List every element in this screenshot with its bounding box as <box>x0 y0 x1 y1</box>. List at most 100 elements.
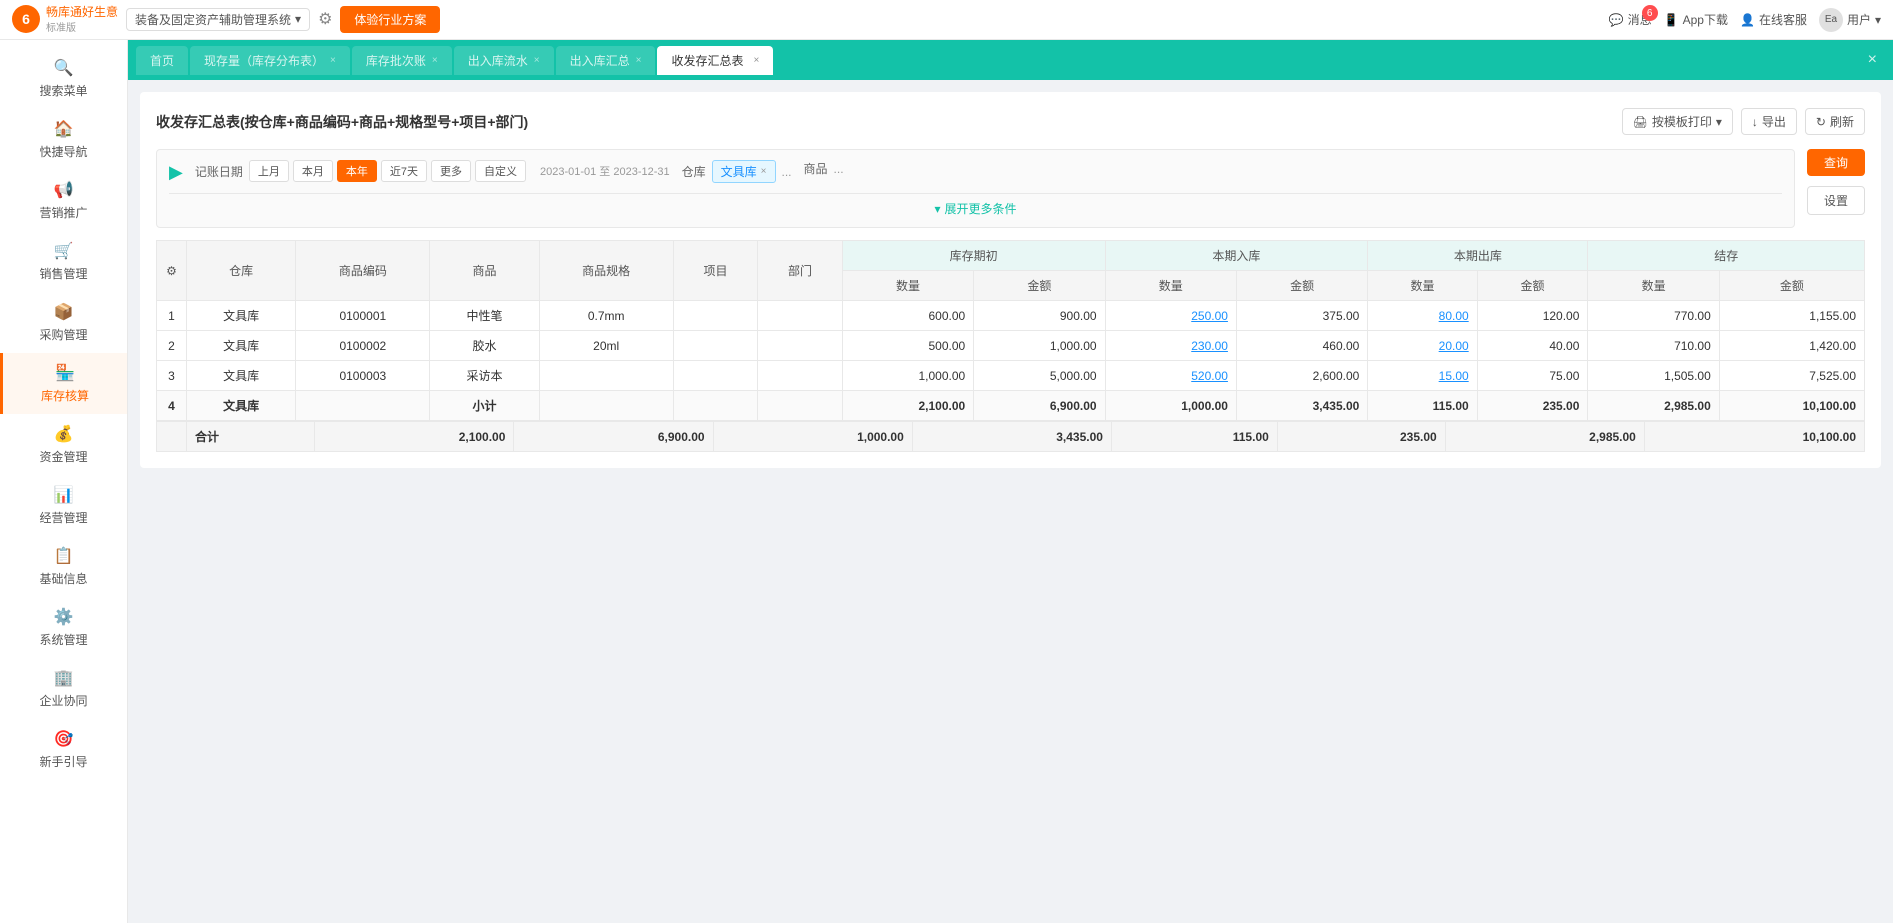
table-row-in-qty[interactable]: 250.00 <box>1105 301 1236 331</box>
online-service-action[interactable]: 👤 在线客服 <box>1740 11 1807 28</box>
tab-inout-summary[interactable]: 出入库汇总 × <box>556 46 656 75</box>
th-balance-qty: 数量 <box>1588 271 1719 301</box>
date-range: 2023-01-01 至 2023-12-31 <box>540 163 670 179</box>
tab-close-inventory-dist[interactable]: × <box>330 55 336 66</box>
table-row-out-qty[interactable]: 80.00 <box>1368 301 1477 331</box>
sidebar-item-system[interactable]: ⚙️ 系统管理 <box>0 597 127 658</box>
tab-close-receive-summary[interactable]: × <box>753 55 759 66</box>
tab-close-inout-summary[interactable]: × <box>636 55 642 66</box>
sidebar-item-newbie[interactable]: 🎯 新手引导 <box>0 719 127 780</box>
table-row-opening-qty: 2,100.00 <box>842 391 973 421</box>
app-download-action[interactable]: 📱 App下载 <box>1664 11 1728 28</box>
warehouse-tag[interactable]: 文具库 × <box>712 160 776 183</box>
sidebar-item-basic[interactable]: 📋 基础信息 <box>0 536 127 597</box>
tab-inventory-dist[interactable]: 现存量（库存分布表） × <box>190 46 350 75</box>
table-row-no: 1 <box>157 301 187 331</box>
table-row-warehouse: 文具库 <box>187 301 296 331</box>
goods-more[interactable]: ... <box>834 162 844 176</box>
goods-filter: 商品 ... <box>804 160 844 177</box>
sidebar-item-finance[interactable]: 💰 资金管理 <box>0 414 127 475</box>
date-filter: 记账日期 上月 本月 本年 近7天 更多 自定义 <box>195 160 670 182</box>
table-settings-icon[interactable]: ⚙ <box>166 264 177 278</box>
table-row-opening-amt: 5,000.00 <box>974 361 1105 391</box>
tab-close-batch-ledger[interactable]: × <box>432 55 438 66</box>
date-btn-more[interactable]: 更多 <box>431 160 471 182</box>
sidebar-item-quick[interactable]: 🏠 快捷导航 <box>0 109 127 170</box>
th-opening-group: 库存期初 <box>842 241 1105 271</box>
table-row-in-qty[interactable]: 520.00 <box>1105 361 1236 391</box>
filter-area: ▶ 记账日期 上月 本月 本年 近7天 更多 <box>156 149 1795 228</box>
expand-conditions[interactable]: ▾ 展开更多条件 <box>169 193 1782 217</box>
footer-balance-qty: 2,985.00 <box>1445 422 1644 452</box>
table-settings-col[interactable]: ⚙ <box>157 241 187 301</box>
message-badge: 6 <box>1642 5 1658 21</box>
sidebar-item-operations[interactable]: 📊 经营管理 <box>0 475 127 536</box>
settings-icon[interactable]: ⚙ <box>318 9 332 29</box>
table-row-goods-name: 胶水 <box>430 331 539 361</box>
th-warehouse: 仓库 <box>187 241 296 301</box>
warehouse-tag-close[interactable]: × <box>761 166 767 177</box>
message-action[interactable]: 💬 消息 6 <box>1609 11 1652 28</box>
table-row-goods-spec: 20ml <box>539 331 673 361</box>
service-icon: 👤 <box>1740 13 1755 27</box>
sidebar-item-sales[interactable]: 🛒 销售管理 <box>0 231 127 292</box>
sidebar: 🔍 搜索菜单 🏠 快捷导航 📢 营销推广 🛒 销售管理 📦 采购管理 🏪 <box>0 40 128 923</box>
table-row-balance-amt: 1,155.00 <box>1719 301 1864 331</box>
footer-table: 合计 2,100.00 6,900.00 1,000.00 3,435.00 1… <box>156 421 1865 452</box>
th-balance-group: 结存 <box>1588 241 1865 271</box>
table-row-out-amt: 120.00 <box>1477 301 1588 331</box>
setting-button[interactable]: 设置 <box>1807 186 1865 215</box>
header-actions: 🖨 按模板打印 ▾ ↓ 导出 ↻ 刷新 <box>1622 108 1865 135</box>
th-in-group: 本期入库 <box>1105 241 1368 271</box>
print-button[interactable]: 🖨 按模板打印 ▾ <box>1622 108 1733 135</box>
tab-inout-flow[interactable]: 出入库流水 × <box>454 46 554 75</box>
system-selector[interactable]: 装备及固定资产辅助管理系统 ▾ <box>126 8 310 31</box>
tab-bar: 首页 现存量（库存分布表） × 库存批次账 × 出入库流水 × 出入库汇总 × <box>128 40 1893 80</box>
inventory-icon: 🏪 <box>55 363 75 383</box>
date-btn-this-month[interactable]: 本月 <box>293 160 333 182</box>
basic-icon: 📋 <box>54 546 74 566</box>
sidebar-item-inventory[interactable]: 🏪 库存核算 <box>0 353 127 414</box>
table-row-goods-code: 0100003 <box>296 361 430 391</box>
table-row-goods-name: 中性笔 <box>430 301 539 331</box>
tab-close-inout-flow[interactable]: × <box>534 55 540 66</box>
table-row-goods-spec: 0.7mm <box>539 301 673 331</box>
user-action[interactable]: Ea 用户 ▾ <box>1819 8 1881 32</box>
sidebar-item-enterprise[interactable]: 🏢 企业协同 <box>0 658 127 719</box>
page-title: 收发存汇总表(按仓库+商品编码+商品+规格型号+项目+部门) <box>156 112 528 132</box>
query-button[interactable]: 查询 <box>1807 149 1865 176</box>
table-row-no: 3 <box>157 361 187 391</box>
date-btn-this-year[interactable]: 本年 <box>337 160 377 182</box>
table-row-project <box>673 301 758 331</box>
sidebar-item-marketing[interactable]: 📢 营销推广 <box>0 170 127 231</box>
refresh-button[interactable]: ↻ 刷新 <box>1805 108 1865 135</box>
top-actions: 💬 消息 6 📱 App下载 👤 在线客服 Ea 用户 ▾ <box>1609 8 1881 32</box>
tab-batch-ledger[interactable]: 库存批次账 × <box>352 46 452 75</box>
warehouse-label: 仓库 <box>682 163 706 180</box>
sidebar-item-search[interactable]: 🔍 搜索菜单 <box>0 48 127 109</box>
export-button[interactable]: ↓ 导出 <box>1741 108 1797 135</box>
table-row-in-amt: 375.00 <box>1236 301 1367 331</box>
table-row-in-amt: 460.00 <box>1236 331 1367 361</box>
table-row-in-qty: 1,000.00 <box>1105 391 1236 421</box>
table-row-in-qty[interactable]: 230.00 <box>1105 331 1236 361</box>
date-btn-custom[interactable]: 自定义 <box>475 160 526 182</box>
warehouse-more[interactable]: ... <box>782 165 792 179</box>
table-row-goods-spec <box>539 391 673 421</box>
experience-button[interactable]: 体验行业方案 <box>340 6 440 33</box>
tab-receive-summary[interactable]: 收发存汇总表 × <box>657 46 773 75</box>
tab-home[interactable]: 首页 <box>136 46 188 75</box>
date-buttons: 上月 本月 本年 近7天 更多 自定义 <box>249 160 526 182</box>
table-row-opening-qty: 500.00 <box>842 331 973 361</box>
table-row-out-qty[interactable]: 20.00 <box>1368 331 1477 361</box>
sidebar-item-purchase[interactable]: 📦 采购管理 <box>0 292 127 353</box>
marketing-icon: 📢 <box>54 180 74 200</box>
tab-close-all[interactable]: × <box>1860 51 1885 69</box>
date-btn-last-month[interactable]: 上月 <box>249 160 289 182</box>
table-row-balance-amt: 1,420.00 <box>1719 331 1864 361</box>
date-btn-7days[interactable]: 近7天 <box>381 160 427 182</box>
quick-icon: 🏠 <box>54 119 74 139</box>
table-row-out-qty[interactable]: 15.00 <box>1368 361 1477 391</box>
filter-toggle-icon[interactable]: ▶ <box>169 162 183 183</box>
table-row-department <box>758 301 843 331</box>
